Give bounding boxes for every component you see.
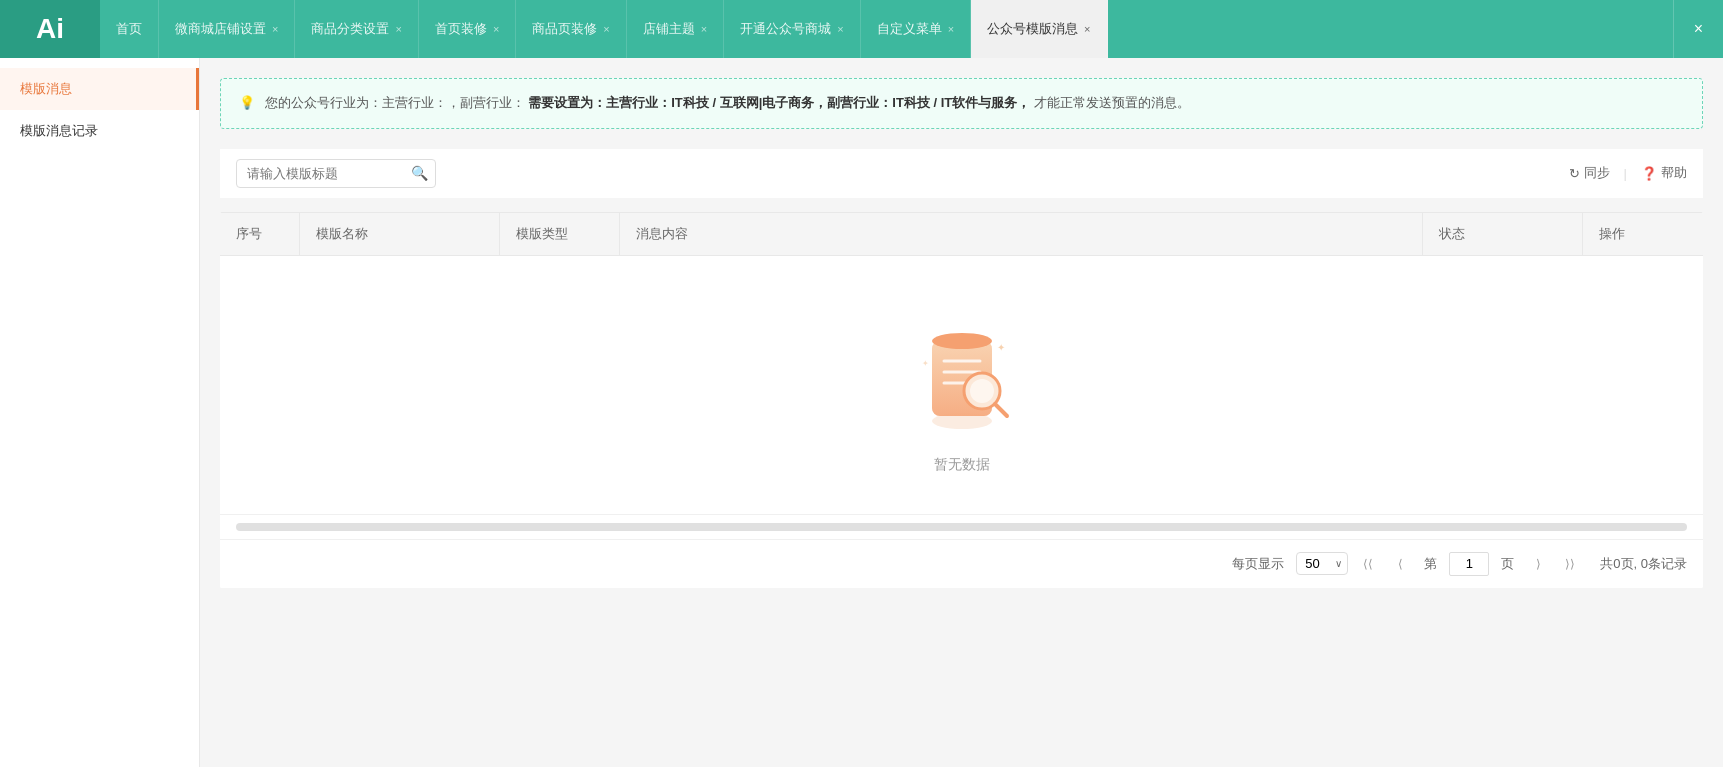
search-input-wrap: 🔍: [236, 159, 436, 188]
total-info: 共0页, 0条记录: [1600, 555, 1687, 573]
pagination: 每页显示 10 20 50 100 ⟨⟨ ⟨ 第 页 ⟩ ⟩⟩ 共0页, 0条记…: [220, 539, 1703, 588]
close-tab-custom-menu-button[interactable]: ×: [948, 23, 954, 35]
close-tab-shop-theme-button[interactable]: ×: [701, 23, 707, 35]
scrollbar-track[interactable]: [236, 523, 1687, 531]
search-area: 🔍: [236, 159, 436, 188]
data-table: 序号 模版名称 模版类型 消息内容 状态 操作: [220, 212, 1703, 588]
col-name: 模版名称: [300, 213, 500, 255]
nav-tab-template-msg[interactable]: 公众号模版消息×: [971, 0, 1107, 58]
notice-prefix: 您的公众号行业为：主营行业：，副营行业：: [265, 95, 525, 110]
svg-line-9: [995, 404, 1007, 416]
page-number-input[interactable]: [1449, 552, 1489, 576]
sidebar-item-template-record[interactable]: 模版消息记录: [0, 110, 199, 152]
empty-text: 暂无数据: [934, 456, 990, 474]
empty-state: ✦ ✦ 暂无数据: [220, 256, 1703, 514]
nav-tab-home-decor[interactable]: 首页装修×: [419, 0, 516, 58]
close-tab-product-decor-button[interactable]: ×: [603, 23, 609, 35]
help-icon: ❓: [1641, 166, 1657, 181]
top-navigation: Ai 首页微商城店铺设置×商品分类设置×首页装修×商品页装修×店铺主题×开通公众…: [0, 0, 1723, 58]
notice-box: 💡 您的公众号行业为：主营行业：，副营行业： 需要设置为：主营行业：IT科技 /…: [220, 78, 1703, 129]
nav-tab-product-decor[interactable]: 商品页装修×: [516, 0, 626, 58]
search-input[interactable]: [236, 159, 436, 188]
svg-point-3: [932, 333, 992, 349]
close-tab-open-mall-button[interactable]: ×: [837, 23, 843, 35]
nav-tab-custom-menu[interactable]: 自定义菜单×: [861, 0, 971, 58]
last-page-button[interactable]: ⟩⟩: [1558, 552, 1582, 576]
next-page-button[interactable]: ⟩: [1526, 552, 1550, 576]
col-content: 消息内容: [620, 213, 1423, 255]
first-page-button[interactable]: ⟨⟨: [1356, 552, 1380, 576]
sync-button[interactable]: ↻ 同步: [1569, 164, 1610, 182]
nav-tab-wechat-shop[interactable]: 微商城店铺设置×: [159, 0, 295, 58]
nav-tab-shop-theme[interactable]: 店铺主题×: [627, 0, 724, 58]
nav-tab-open-mall[interactable]: 开通公众号商城×: [724, 0, 860, 58]
empty-illustration: ✦ ✦: [902, 316, 1022, 436]
close-tab-template-msg-button[interactable]: ×: [1084, 23, 1090, 35]
search-icon[interactable]: 🔍: [411, 165, 428, 181]
col-type: 模版类型: [500, 213, 620, 255]
main-content: 💡 您的公众号行业为：主营行业：，副营行业： 需要设置为：主营行业：IT科技 /…: [200, 58, 1723, 767]
page-label-pre: 第: [1424, 555, 1437, 573]
sidebar-item-template-msg[interactable]: 模版消息: [0, 68, 199, 110]
notice-icon: 💡: [239, 95, 255, 110]
main-layout: 模版消息模版消息记录 💡 您的公众号行业为：主营行业：，副营行业： 需要设置为：…: [0, 58, 1723, 767]
toolbar-divider: |: [1624, 166, 1627, 181]
close-all-tabs-button[interactable]: ×: [1673, 0, 1723, 58]
svg-text:✦: ✦: [997, 342, 1005, 353]
svg-point-8: [970, 379, 994, 403]
close-tab-home-decor-button[interactable]: ×: [493, 23, 499, 35]
per-page-select-wrap[interactable]: 10 20 50 100: [1296, 552, 1348, 575]
col-action: 操作: [1583, 213, 1703, 255]
notice-suffix: 才能正常发送预置的消息。: [1034, 95, 1190, 110]
close-tab-wechat-shop-button[interactable]: ×: [272, 23, 278, 35]
nav-tabs: 首页微商城店铺设置×商品分类设置×首页装修×商品页装修×店铺主题×开通公众号商城…: [100, 0, 1673, 58]
horizontal-scrollbar[interactable]: [220, 514, 1703, 539]
toolbar-right: ↻ 同步 | ❓ 帮助: [1569, 164, 1687, 182]
svg-text:✦: ✦: [922, 359, 929, 368]
nav-tab-category[interactable]: 商品分类设置×: [295, 0, 418, 58]
page-label-suf: 页: [1501, 555, 1514, 573]
col-status: 状态: [1423, 213, 1583, 255]
help-label: 帮助: [1661, 164, 1687, 182]
per-page-select[interactable]: 10 20 50 100: [1296, 552, 1348, 575]
logo: Ai: [0, 0, 100, 58]
prev-page-button[interactable]: ⟨: [1388, 552, 1412, 576]
nav-tab-home[interactable]: 首页: [100, 0, 159, 58]
table-header: 序号 模版名称 模版类型 消息内容 状态 操作: [220, 212, 1703, 256]
sync-icon: ↻: [1569, 166, 1580, 181]
close-tab-category-button[interactable]: ×: [395, 23, 401, 35]
help-button[interactable]: ❓ 帮助: [1641, 164, 1687, 182]
sync-label: 同步: [1584, 164, 1610, 182]
sidebar: 模版消息模版消息记录: [0, 58, 200, 767]
per-page-label: 每页显示: [1232, 555, 1284, 573]
notice-highlight: 需要设置为：主营行业：IT科技 / 互联网|电子商务，副营行业：IT科技 / I…: [528, 95, 1030, 110]
search-toolbar: 🔍 ↻ 同步 | ❓ 帮助: [220, 149, 1703, 198]
col-seq: 序号: [220, 213, 300, 255]
